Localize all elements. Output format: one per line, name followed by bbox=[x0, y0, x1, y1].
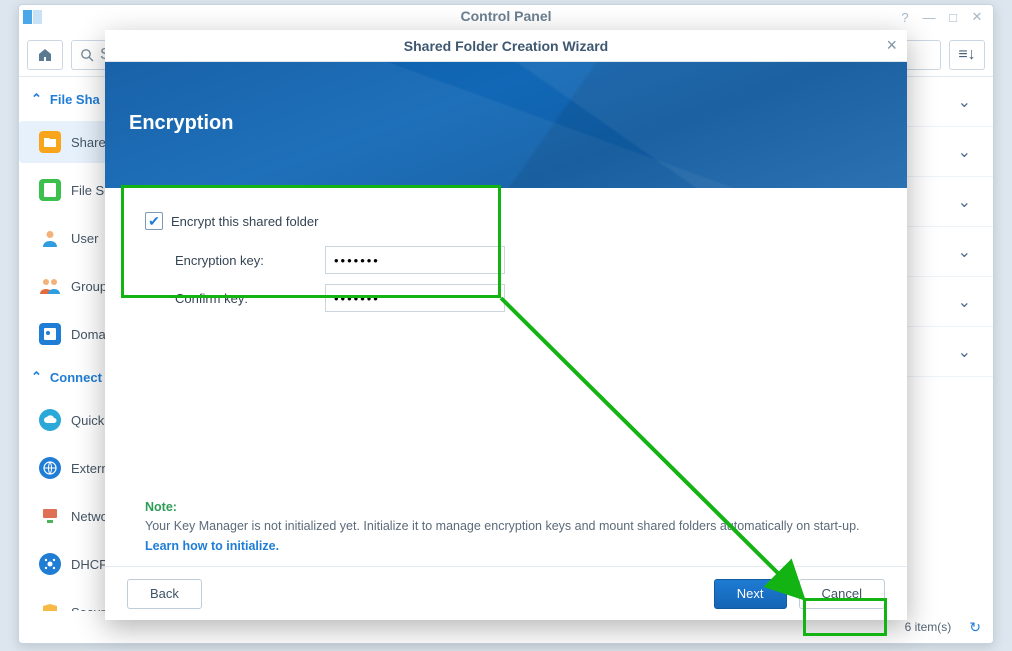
chevron-down-icon: ⌄ bbox=[958, 92, 971, 112]
confirm-key-label: Confirm key: bbox=[175, 291, 315, 306]
confirm-key-row: Confirm key: bbox=[175, 284, 867, 312]
home-icon bbox=[37, 47, 53, 63]
sort-button[interactable]: ≡↓ bbox=[949, 40, 985, 70]
items-count: 6 item(s) bbox=[905, 620, 952, 634]
window-title: Control Panel bbox=[19, 8, 993, 24]
close-icon[interactable]: × bbox=[886, 36, 897, 54]
dhcp-icon bbox=[39, 553, 61, 575]
globe-icon bbox=[39, 457, 61, 479]
next-button[interactable]: Next bbox=[714, 579, 787, 609]
status-bar: 6 item(s) ↻ bbox=[905, 615, 981, 639]
chevron-up-icon: ⌃ bbox=[31, 91, 42, 107]
sidebar-item-label: Domai bbox=[71, 327, 109, 342]
window-help-button[interactable]: ? bbox=[895, 9, 915, 25]
chevron-down-icon: ⌄ bbox=[958, 292, 971, 312]
encryption-key-label: Encryption key: bbox=[175, 253, 315, 268]
learn-initialize-link[interactable]: Learn how to initialize. bbox=[145, 539, 279, 553]
cloud-icon bbox=[39, 409, 61, 431]
chevron-down-icon: ⌄ bbox=[958, 242, 971, 262]
window-close-button[interactable]: ✕ bbox=[967, 9, 987, 25]
refresh-button[interactable]: ↻ bbox=[969, 619, 981, 636]
wizard-footer: Back Next Cancel bbox=[105, 566, 907, 620]
id-card-icon bbox=[39, 323, 61, 345]
chevron-down-icon: ⌄ bbox=[958, 342, 971, 362]
network-icon bbox=[39, 505, 61, 527]
sidebar-item-label: User bbox=[71, 231, 98, 246]
wizard-banner: Encryption bbox=[105, 62, 907, 188]
encrypt-checkbox-label: Encrypt this shared folder bbox=[171, 214, 318, 229]
chevron-down-icon: ⌄ bbox=[958, 142, 971, 162]
back-button[interactable]: Back bbox=[127, 579, 202, 609]
note-block: Note: Your Key Manager is not initialize… bbox=[145, 498, 867, 556]
window-controls: ? — □ ✕ bbox=[895, 9, 987, 25]
note-text: Your Key Manager is not initialized yet.… bbox=[145, 519, 860, 533]
user-icon bbox=[39, 227, 61, 249]
window-maximize-button[interactable]: □ bbox=[943, 9, 963, 25]
file-icon bbox=[39, 179, 61, 201]
note-title: Note: bbox=[145, 500, 177, 514]
chevron-down-icon: ⌄ bbox=[958, 192, 971, 212]
confirm-key-input[interactable] bbox=[325, 284, 505, 312]
encrypt-checkbox-row[interactable]: ✔ Encrypt this shared folder bbox=[145, 212, 867, 230]
search-icon bbox=[80, 48, 94, 62]
shared-folder-wizard: Shared Folder Creation Wizard × Encrypti… bbox=[105, 30, 907, 620]
wizard-titlebar: Shared Folder Creation Wizard × bbox=[105, 30, 907, 62]
encryption-key-input[interactable] bbox=[325, 246, 505, 274]
folder-icon bbox=[39, 131, 61, 153]
shield-icon bbox=[39, 601, 61, 611]
wizard-step-title: Encryption bbox=[105, 62, 907, 135]
group-icon bbox=[39, 275, 61, 297]
checkbox-checked-icon[interactable]: ✔ bbox=[145, 212, 163, 230]
encryption-key-row: Encryption key: bbox=[175, 246, 867, 274]
sidebar-category-label: File Sha bbox=[50, 92, 100, 107]
home-button[interactable] bbox=[27, 40, 63, 70]
sidebar-item-label: Group bbox=[71, 279, 107, 294]
window-minimize-button[interactable]: — bbox=[919, 9, 939, 25]
sidebar-category-label: Connect bbox=[50, 370, 102, 385]
wizard-title: Shared Folder Creation Wizard bbox=[404, 38, 608, 54]
sidebar-item-label: Extern bbox=[71, 461, 109, 476]
wizard-body: ✔ Encrypt this shared folder Encryption … bbox=[105, 188, 907, 566]
chevron-up-icon: ⌃ bbox=[31, 369, 42, 385]
cancel-button[interactable]: Cancel bbox=[799, 579, 885, 609]
